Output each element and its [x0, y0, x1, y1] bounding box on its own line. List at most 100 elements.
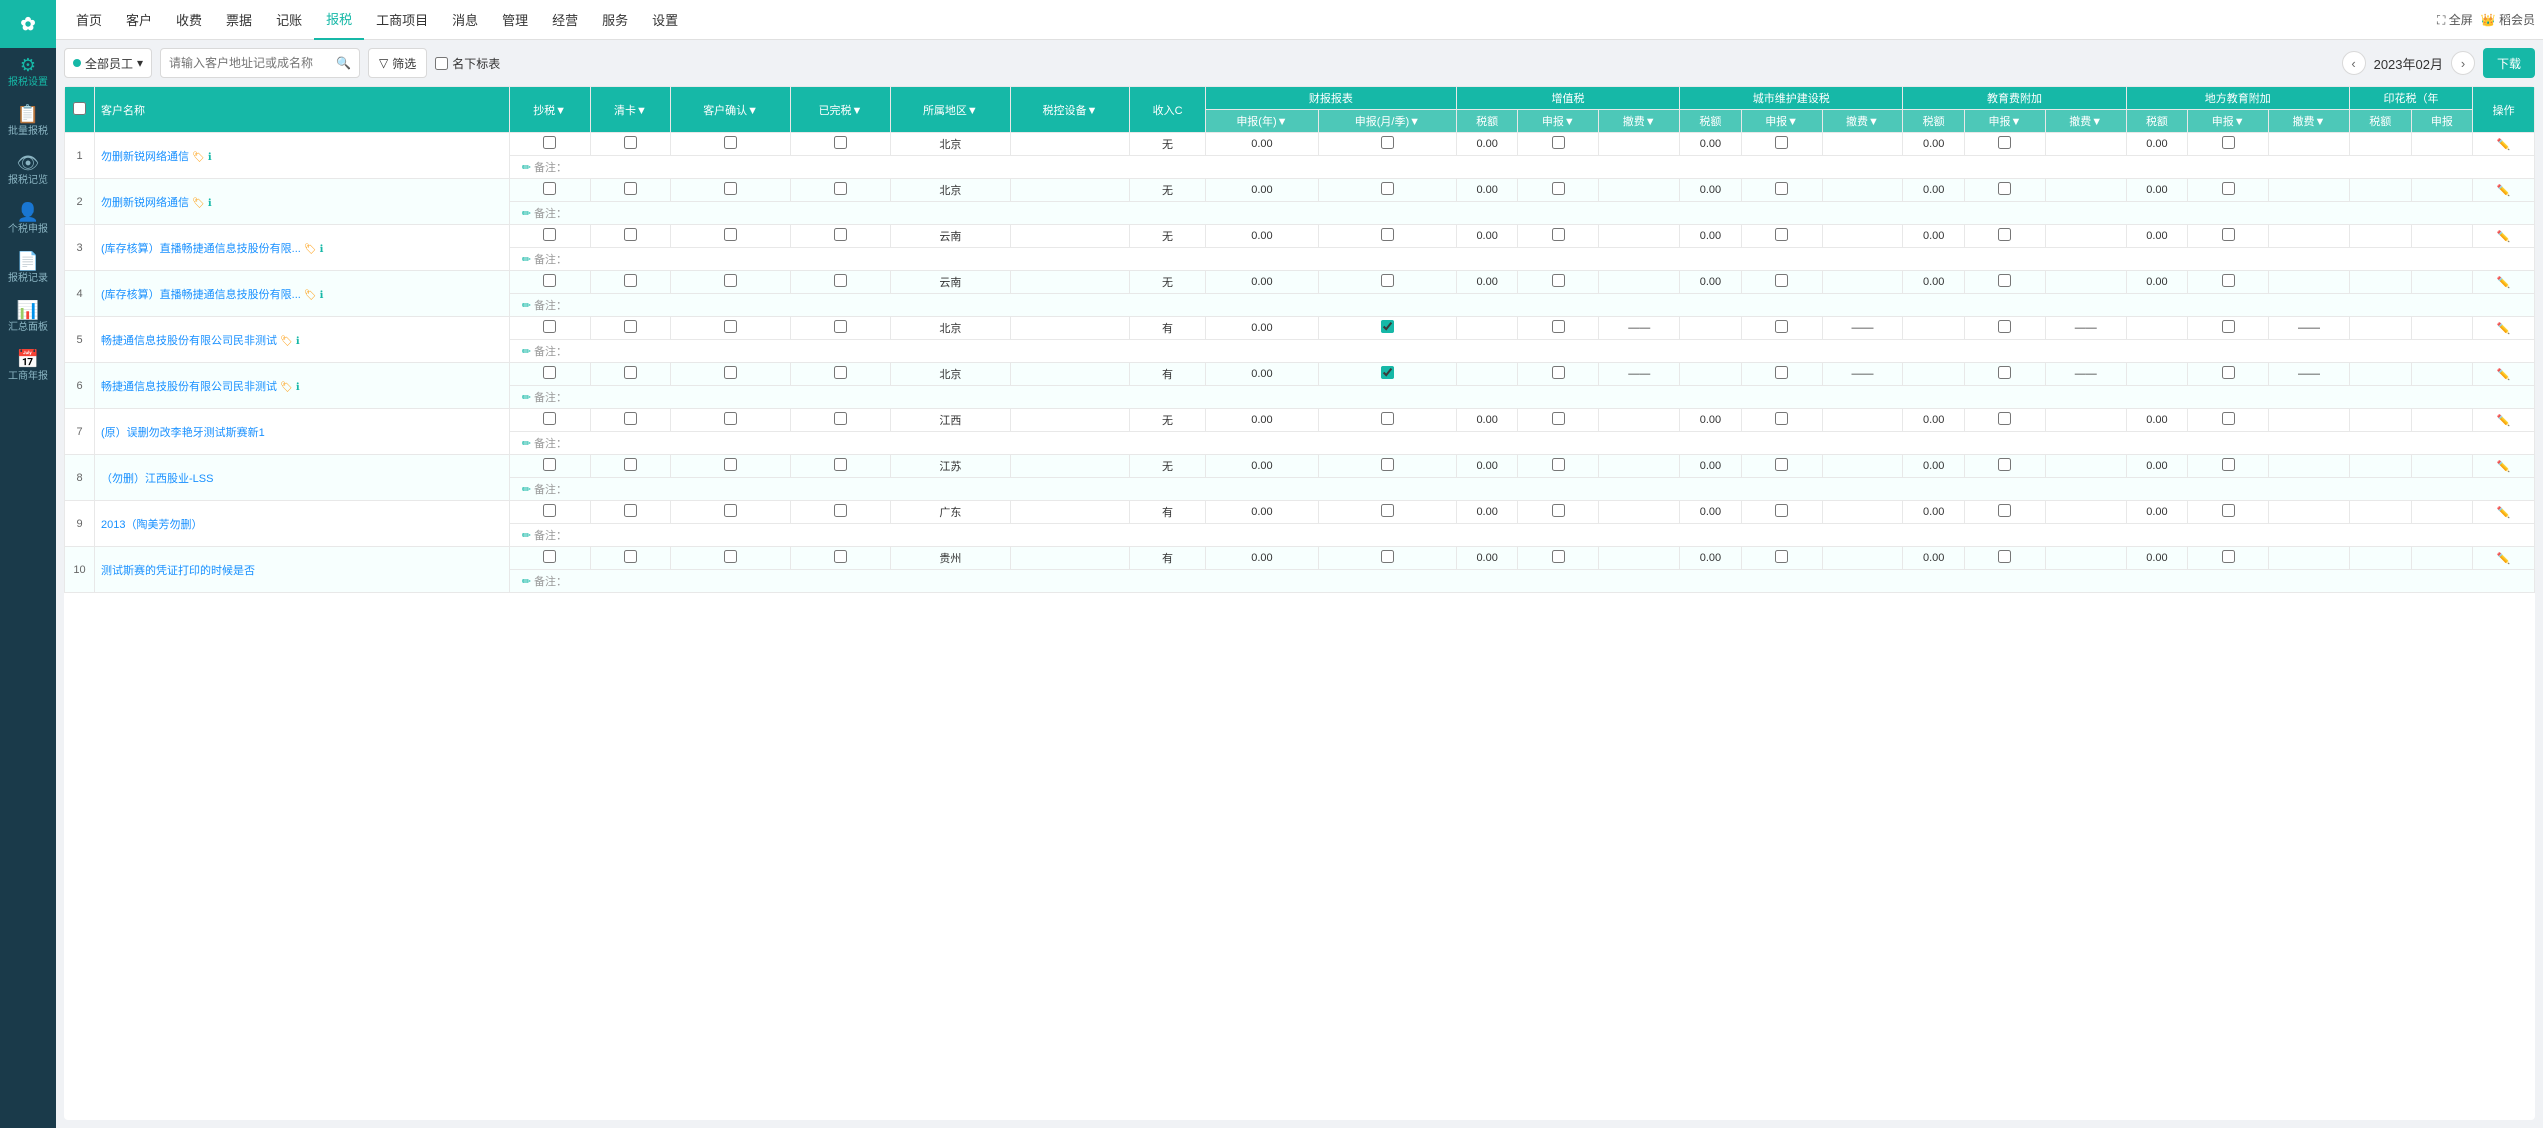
company-name-link[interactable]: (原）误删勿改李艳牙测试斯赛新1	[101, 427, 265, 439]
edit-icon[interactable]: ✏	[522, 162, 531, 174]
company-name-link[interactable]: 勿删新锐网络通信	[101, 197, 189, 209]
difang-sb-checkbox[interactable]	[2222, 366, 2235, 379]
caibao-monthly-checkbox[interactable]	[1381, 182, 1394, 195]
edit-icon[interactable]: ✏	[522, 254, 531, 266]
wanshui-checkbox[interactable]	[834, 320, 847, 333]
nav-shoufei[interactable]: 收费	[164, 0, 214, 40]
sidebar-item-huizong[interactable]: 📊 汇总面板	[0, 293, 56, 342]
difang-sb-checkbox[interactable]	[2222, 550, 2235, 563]
checkbox-mingxia[interactable]: 名下标表	[435, 55, 500, 72]
nav-shezhi[interactable]: 设置	[640, 0, 690, 40]
qingka-checkbox[interactable]	[624, 550, 637, 563]
nav-jizhi[interactable]: 记账	[264, 0, 314, 40]
caibao-monthly-checkbox[interactable]	[1381, 366, 1394, 379]
queren-checkbox[interactable]	[724, 228, 737, 241]
qingka-checkbox[interactable]	[624, 182, 637, 195]
sidebar-item-baoshuijilan[interactable]: 👁 报税记览	[0, 146, 56, 195]
sidebar-item-baoshujilu[interactable]: 📄 报税记录	[0, 244, 56, 293]
jiaoyu-sb-checkbox[interactable]	[1998, 182, 2011, 195]
sidebar-item-baoshuishezhi[interactable]: ⚙ 报税设置	[0, 48, 56, 97]
zengjishui-sb-checkbox[interactable]	[1552, 136, 1565, 149]
wanshui-checkbox[interactable]	[834, 550, 847, 563]
table-container[interactable]: 客户名称 抄税▼ 清卡▼ 客户确认▼ 已完税▼ 所属地区▼ 税控设备▼ 收入C …	[64, 86, 2535, 1120]
nav-fuwu[interactable]: 服务	[590, 0, 640, 40]
zengjishui-sb-checkbox[interactable]	[1552, 366, 1565, 379]
search-input[interactable]	[169, 56, 332, 70]
wanshui-checkbox[interactable]	[834, 182, 847, 195]
wanshui-checkbox[interactable]	[834, 274, 847, 287]
chengshi-sb-checkbox[interactable]	[1775, 550, 1788, 563]
qingka-checkbox[interactable]	[624, 320, 637, 333]
queren-checkbox[interactable]	[724, 366, 737, 379]
caibao-monthly-checkbox[interactable]	[1381, 274, 1394, 287]
member-btn[interactable]: 👑 稻会员	[2481, 11, 2535, 28]
nav-piaoju[interactable]: 票据	[214, 0, 264, 40]
edit-icon[interactable]: ✏	[522, 346, 531, 358]
wanshui-checkbox[interactable]	[834, 366, 847, 379]
caibao-monthly-checkbox[interactable]	[1381, 458, 1394, 471]
edit-icon[interactable]: ✏	[522, 208, 531, 220]
caibao-monthly-checkbox[interactable]	[1381, 504, 1394, 517]
difang-sb-checkbox[interactable]	[2222, 412, 2235, 425]
jiaoyu-sb-checkbox[interactable]	[1998, 366, 2011, 379]
info-icon[interactable]: ℹ	[296, 336, 300, 347]
company-name-link[interactable]: (库存核算）直播畅捷通信息技股份有限...	[101, 243, 301, 255]
queren-checkbox[interactable]	[724, 182, 737, 195]
company-name-link[interactable]: 勿删新锐网络通信	[101, 151, 189, 163]
company-name-link[interactable]: 畅捷通信息技股份有限公司民非测试	[101, 335, 277, 347]
chaoshui-checkbox[interactable]	[543, 458, 556, 471]
info-icon[interactable]: ℹ	[320, 244, 324, 255]
difang-sb-checkbox[interactable]	[2222, 320, 2235, 333]
zengjishui-sb-checkbox[interactable]	[1552, 504, 1565, 517]
queren-checkbox[interactable]	[724, 274, 737, 287]
jiaoyu-sb-checkbox[interactable]	[1998, 504, 2011, 517]
zengjishui-sb-checkbox[interactable]	[1552, 320, 1565, 333]
zengjishui-sb-checkbox[interactable]	[1552, 458, 1565, 471]
chengshi-sb-checkbox[interactable]	[1775, 458, 1788, 471]
mingxia-checkbox[interactable]	[435, 57, 448, 70]
edit-icon[interactable]: ✏	[522, 530, 531, 542]
chaoshui-checkbox[interactable]	[543, 504, 556, 517]
qingka-checkbox[interactable]	[624, 274, 637, 287]
jiaoyu-sb-checkbox[interactable]	[1998, 412, 2011, 425]
sidebar-item-piliangshuibao[interactable]: 📋 批量报税	[0, 97, 56, 146]
edit-icon[interactable]: ✏	[522, 300, 531, 312]
info-icon[interactable]: ℹ	[208, 198, 212, 209]
chengshi-sb-checkbox[interactable]	[1775, 320, 1788, 333]
next-month-btn[interactable]: ›	[2451, 51, 2475, 75]
jiaoyu-sb-checkbox[interactable]	[1998, 550, 2011, 563]
company-name-link[interactable]: 测试斯赛的凭证打印的时候是否	[101, 565, 255, 577]
search-icon[interactable]: 🔍	[336, 56, 351, 70]
wanshui-checkbox[interactable]	[834, 228, 847, 241]
jiaoyu-sb-checkbox[interactable]	[1998, 274, 2011, 287]
company-name-link[interactable]: 畅捷通信息技股份有限公司民非测试	[101, 381, 277, 393]
info-icon[interactable]: ℹ	[320, 290, 324, 301]
caibao-monthly-checkbox[interactable]	[1381, 136, 1394, 149]
sidebar-item-gongshangnianba[interactable]: 📅 工商年报	[0, 342, 56, 391]
jiaoyu-sb-checkbox[interactable]	[1998, 458, 2011, 471]
chengshi-sb-checkbox[interactable]	[1775, 412, 1788, 425]
difang-sb-checkbox[interactable]	[2222, 274, 2235, 287]
difang-sb-checkbox[interactable]	[2222, 136, 2235, 149]
qingka-checkbox[interactable]	[624, 136, 637, 149]
difang-sb-checkbox[interactable]	[2222, 182, 2235, 195]
difang-sb-checkbox[interactable]	[2222, 228, 2235, 241]
edit-icon[interactable]: ✏	[522, 576, 531, 588]
sidebar-item-geshuishenbao[interactable]: 👤 个税申报	[0, 195, 56, 244]
queren-checkbox[interactable]	[724, 136, 737, 149]
zengjishui-sb-checkbox[interactable]	[1552, 228, 1565, 241]
edit-icon[interactable]: ✏	[522, 484, 531, 496]
caibao-monthly-checkbox[interactable]	[1381, 412, 1394, 425]
edit-icon[interactable]: ✏	[522, 438, 531, 450]
qingka-checkbox[interactable]	[624, 412, 637, 425]
edit-icon[interactable]: ✏	[522, 392, 531, 404]
jiaoyu-sb-checkbox[interactable]	[1998, 136, 2011, 149]
prev-month-btn[interactable]: ‹	[2342, 51, 2366, 75]
chengshi-sb-checkbox[interactable]	[1775, 228, 1788, 241]
chaoshui-checkbox[interactable]	[543, 366, 556, 379]
company-name-link[interactable]: 2013（陶美芳勿删）	[101, 519, 202, 531]
chaoshui-checkbox[interactable]	[543, 182, 556, 195]
qingka-checkbox[interactable]	[624, 504, 637, 517]
caibao-monthly-checkbox[interactable]	[1381, 320, 1394, 333]
chengshi-sb-checkbox[interactable]	[1775, 182, 1788, 195]
